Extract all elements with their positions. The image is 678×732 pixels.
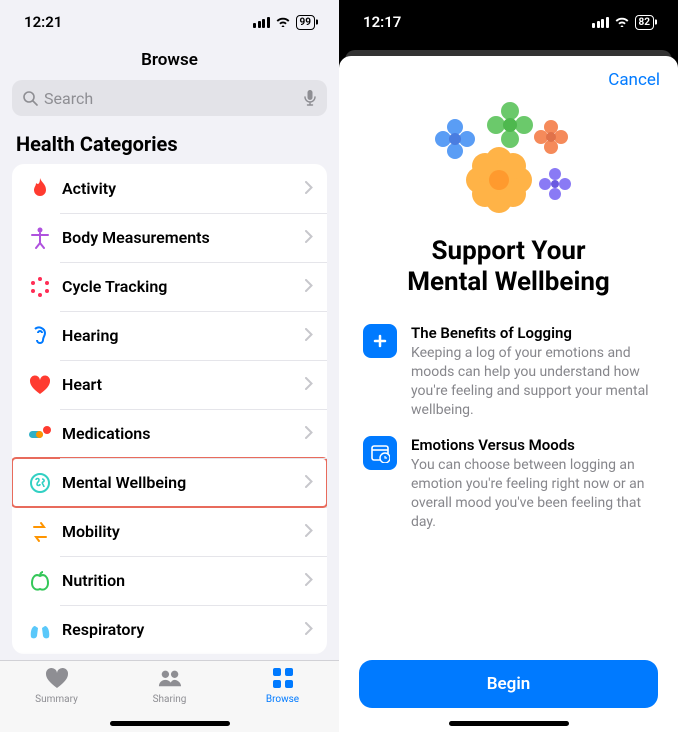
category-label: Mental Wellbeing	[62, 473, 305, 492]
ear-icon	[26, 325, 54, 347]
people-icon	[158, 667, 182, 694]
category-label: Body Measurements	[62, 228, 305, 247]
home-indicator[interactable]	[110, 721, 230, 726]
tab-label: Summary	[35, 694, 78, 705]
chevron-right-icon	[305, 473, 313, 492]
status-time: 12:17	[363, 13, 509, 31]
cellular-icon	[253, 17, 270, 28]
flower-icon	[539, 168, 571, 200]
tab-label: Sharing	[153, 694, 187, 705]
mic-icon[interactable]	[303, 89, 317, 107]
category-row-heart[interactable]: Heart	[12, 360, 327, 409]
chevron-right-icon	[305, 375, 313, 394]
category-row-medications[interactable]: Medications	[12, 409, 327, 458]
status-bar: 12:21 99	[0, 0, 339, 44]
search-input[interactable]: Search	[12, 80, 327, 116]
flower-icon	[534, 120, 568, 154]
chevron-right-icon	[305, 424, 313, 443]
category-row-activity[interactable]: Activity	[12, 164, 327, 213]
search-icon	[22, 90, 38, 106]
lungs-icon	[26, 620, 54, 640]
page-title: Browse	[0, 44, 339, 80]
category-label: Mobility	[62, 522, 305, 541]
heart-icon	[26, 375, 54, 395]
section-header: Health Categories	[0, 128, 339, 164]
category-label: Heart	[62, 375, 305, 394]
info-body: Keeping a log of your emotions and moods…	[411, 344, 654, 420]
info-body: You can choose between logging an emotio…	[411, 456, 654, 532]
cellular-icon	[592, 17, 609, 28]
tab-label: Browse	[266, 694, 299, 705]
chevron-right-icon	[305, 277, 313, 296]
category-list: Activity Body Measurements Cycle Tracking H…	[12, 164, 327, 654]
calendar-clock-icon	[363, 436, 397, 470]
category-row-body-measurements[interactable]: Body Measurements	[12, 213, 327, 262]
plus-square-icon	[363, 324, 397, 358]
info-title: Emotions Versus Moods	[411, 436, 654, 454]
flower-icon	[465, 146, 533, 214]
home-indicator[interactable]	[449, 721, 569, 726]
category-row-mental-wellbeing[interactable]: Mental Wellbeing	[12, 458, 327, 507]
category-row-mobility[interactable]: Mobility	[12, 507, 327, 556]
pills-icon	[26, 425, 54, 443]
info-title: The Benefits of Logging	[411, 324, 654, 342]
category-label: Respiratory	[62, 620, 305, 639]
hero-illustration	[339, 98, 678, 228]
wellbeing-onboarding: 12:17 82 Cancel Support YourMental Wellb…	[339, 0, 678, 732]
flame-icon	[26, 178, 54, 200]
health-app-browse: 12:21 99 Browse Search Health Categories…	[0, 0, 339, 732]
category-label: Cycle Tracking	[62, 277, 305, 296]
status-time: 12:21	[24, 13, 170, 31]
mobility-icon	[26, 521, 54, 543]
chevron-right-icon	[305, 620, 313, 639]
chevron-right-icon	[305, 326, 313, 345]
brain-icon	[26, 472, 54, 494]
chevron-right-icon	[305, 228, 313, 247]
tab-browse[interactable]: Browse	[243, 667, 323, 705]
grid-icon	[271, 667, 295, 694]
wifi-icon	[275, 13, 291, 31]
category-label: Hearing	[62, 326, 305, 345]
category-row-nutrition[interactable]: Nutrition	[12, 556, 327, 605]
cycle-icon	[26, 276, 54, 298]
category-label: Activity	[62, 179, 305, 198]
search-placeholder: Search	[44, 89, 303, 108]
flower-icon	[487, 102, 533, 148]
chevron-right-icon	[305, 522, 313, 541]
headline: Support YourMental Wellbeing	[339, 228, 678, 316]
apple-icon	[26, 570, 54, 592]
status-bar: 12:17 82	[339, 0, 678, 44]
info-item: Emotions Versus Moods You can choose betw…	[339, 428, 678, 540]
modal-sheet: Cancel Support YourMental Wellbeing The …	[339, 56, 678, 732]
cancel-button[interactable]: Cancel	[608, 70, 660, 90]
chevron-right-icon	[305, 571, 313, 590]
tab-summary[interactable]: Summary	[17, 667, 97, 705]
battery-indicator: 99	[296, 15, 315, 30]
wifi-icon	[614, 13, 630, 31]
category-label: Nutrition	[62, 571, 305, 590]
info-item: The Benefits of Logging Keeping a log of …	[339, 316, 678, 428]
category-label: Medications	[62, 424, 305, 443]
chevron-right-icon	[305, 179, 313, 198]
body-icon	[26, 227, 54, 249]
category-row-respiratory[interactable]: Respiratory	[12, 605, 327, 654]
battery-indicator: 82	[635, 15, 654, 30]
category-row-hearing[interactable]: Hearing	[12, 311, 327, 360]
heart-fill-icon	[45, 667, 69, 694]
tab-sharing[interactable]: Sharing	[130, 667, 210, 705]
begin-button[interactable]: Begin	[359, 660, 658, 708]
category-row-cycle-tracking[interactable]: Cycle Tracking	[12, 262, 327, 311]
